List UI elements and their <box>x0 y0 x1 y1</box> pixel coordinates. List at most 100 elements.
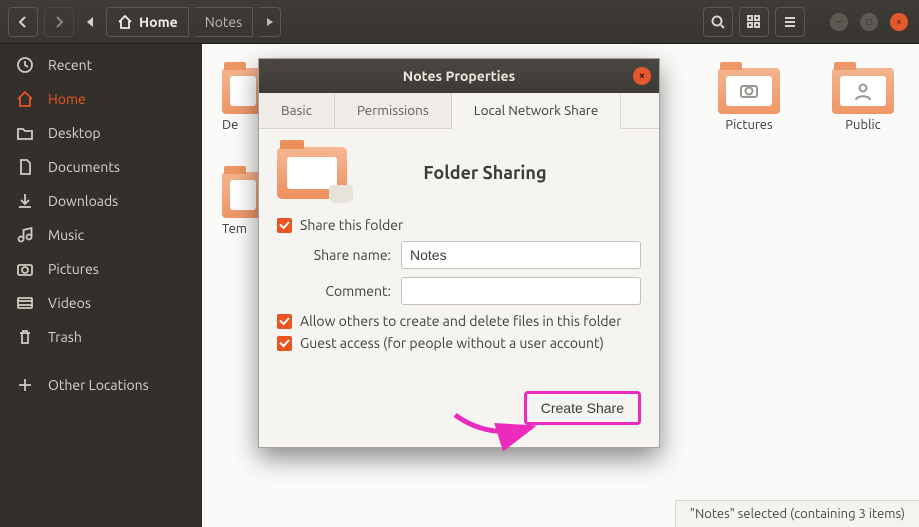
sidebar-item-music[interactable]: Music <box>0 218 202 252</box>
comment-input[interactable] <box>401 277 641 305</box>
hamburger-menu-button[interactable] <box>775 7 805 37</box>
home-icon <box>16 90 34 108</box>
tab-label: Permissions <box>357 102 429 118</box>
comment-label: Comment: <box>301 283 391 299</box>
sidebar-item-label: Home <box>48 91 86 107</box>
sidebar-item-documents[interactable]: Documents <box>0 150 202 184</box>
minimize-icon: – <box>837 16 842 27</box>
allow-others-label: Allow others to create and delete files … <box>300 313 622 329</box>
folder-label: Tem <box>222 222 247 236</box>
sidebar-item-other-locations[interactable]: Other Locations <box>0 368 202 402</box>
tab-label: Basic <box>281 102 312 118</box>
camera-icon <box>16 260 34 278</box>
sidebar-item-home[interactable]: Home <box>0 82 202 116</box>
nav-back-button[interactable] <box>8 7 38 37</box>
breadcrumb-home-label: Home <box>139 14 178 30</box>
breadcrumb-expand[interactable] <box>259 7 281 37</box>
clock-icon <box>16 56 34 74</box>
share-name-label: Share name: <box>301 247 391 263</box>
folder-label: Pictures <box>725 118 772 132</box>
window-minimize-button[interactable]: – <box>830 13 848 31</box>
folder-label: De <box>222 118 238 132</box>
plus-icon <box>16 376 34 394</box>
folder-pictures[interactable]: Pictures <box>713 68 785 236</box>
dialog-body: Folder Sharing Share this folder Share n… <box>259 129 659 447</box>
search-button[interactable] <box>703 7 733 37</box>
tab-label: Local Network Share <box>474 102 599 118</box>
status-text: "Notes" selected (containing 3 items) <box>690 507 905 521</box>
tab-permissions[interactable]: Permissions <box>335 93 452 128</box>
sidebar-item-label: Videos <box>48 295 91 311</box>
guest-access-label: Guest access (for people without a user … <box>300 335 604 351</box>
triangle-right-icon <box>265 17 275 27</box>
sidebar-item-label: Other Locations <box>48 377 149 393</box>
folder-public[interactable]: Public <box>827 68 899 236</box>
status-bar: "Notes" selected (containing 3 items) <box>675 500 919 527</box>
sidebar-item-label: Desktop <box>48 125 101 141</box>
download-icon <box>16 192 34 210</box>
comment-row: Comment: <box>301 277 641 305</box>
dialog-close-button[interactable]: × <box>633 67 651 85</box>
tab-basic[interactable]: Basic <box>259 93 335 128</box>
chevron-left-icon <box>15 14 31 30</box>
sidebar-item-label: Trash <box>48 329 82 345</box>
person-icon <box>852 80 874 102</box>
share-this-folder-row[interactable]: Share this folder <box>277 217 641 233</box>
sidebar-item-videos[interactable]: Videos <box>0 286 202 320</box>
sidebar-item-label: Documents <box>48 159 120 175</box>
shared-folder-icon <box>277 147 347 199</box>
folder-item[interactable]: Tem <box>222 172 262 236</box>
sidebar-item-pictures[interactable]: Pictures <box>0 252 202 286</box>
view-mode-button[interactable] <box>739 7 769 37</box>
path-start-icon <box>80 7 100 37</box>
sidebar: Recent Home Desktop Documents Downloads … <box>0 44 202 527</box>
dialog-heading: Folder Sharing <box>329 163 641 183</box>
guest-access-row[interactable]: Guest access (for people without a user … <box>277 335 641 351</box>
trash-icon <box>16 328 34 346</box>
tab-local-network-share[interactable]: Local Network Share <box>452 93 622 129</box>
allow-others-checkbox[interactable] <box>277 314 292 329</box>
create-share-button[interactable]: Create Share <box>524 391 641 425</box>
properties-dialog: Notes Properties × Basic Permissions Loc… <box>258 58 660 448</box>
share-name-input[interactable] <box>401 241 641 269</box>
window-maximize-button[interactable]: □ <box>860 13 878 31</box>
guest-access-checkbox[interactable] <box>277 336 292 351</box>
allow-others-row[interactable]: Allow others to create and delete files … <box>277 313 641 329</box>
nav-forward-button[interactable] <box>44 7 74 37</box>
sidebar-item-downloads[interactable]: Downloads <box>0 184 202 218</box>
menu-icon <box>782 14 798 30</box>
create-share-label: Create Share <box>541 400 624 416</box>
document-icon <box>16 158 34 176</box>
sidebar-item-label: Music <box>48 227 84 243</box>
breadcrumb-home[interactable]: Home <box>106 7 189 37</box>
breadcrumb-notes-label: Notes <box>205 14 242 30</box>
folder-icon <box>16 124 34 142</box>
video-icon <box>16 294 34 312</box>
sidebar-item-label: Downloads <box>48 193 118 209</box>
dialog-title: Notes Properties <box>403 68 515 84</box>
sidebar-item-desktop[interactable]: Desktop <box>0 116 202 150</box>
window-close-button[interactable]: × <box>890 13 908 31</box>
dialog-heading-row: Folder Sharing <box>277 147 641 199</box>
triangle-left-icon <box>82 14 98 30</box>
toolbar: Home Notes – □ × <box>0 0 919 44</box>
home-icon <box>117 14 133 30</box>
chevron-right-icon <box>51 14 67 30</box>
dialog-tabs: Basic Permissions Local Network Share <box>259 93 659 129</box>
share-name-row: Share name: <box>301 241 641 269</box>
share-this-folder-label: Share this folder <box>300 217 403 233</box>
maximize-icon: □ <box>866 16 872 28</box>
breadcrumb-notes[interactable]: Notes <box>195 7 253 37</box>
sidebar-item-label: Pictures <box>48 261 99 277</box>
search-icon <box>710 14 726 30</box>
folder-item[interactable]: De <box>222 68 262 132</box>
dialog-titlebar[interactable]: Notes Properties × <box>259 59 659 93</box>
camera-icon <box>738 80 760 102</box>
close-icon: × <box>896 16 902 27</box>
sidebar-item-recent[interactable]: Recent <box>0 48 202 82</box>
share-this-folder-checkbox[interactable] <box>277 218 292 233</box>
dialog-actions: Create Share <box>277 391 641 425</box>
sidebar-item-trash[interactable]: Trash <box>0 320 202 354</box>
music-icon <box>16 226 34 244</box>
close-icon: × <box>639 71 645 82</box>
